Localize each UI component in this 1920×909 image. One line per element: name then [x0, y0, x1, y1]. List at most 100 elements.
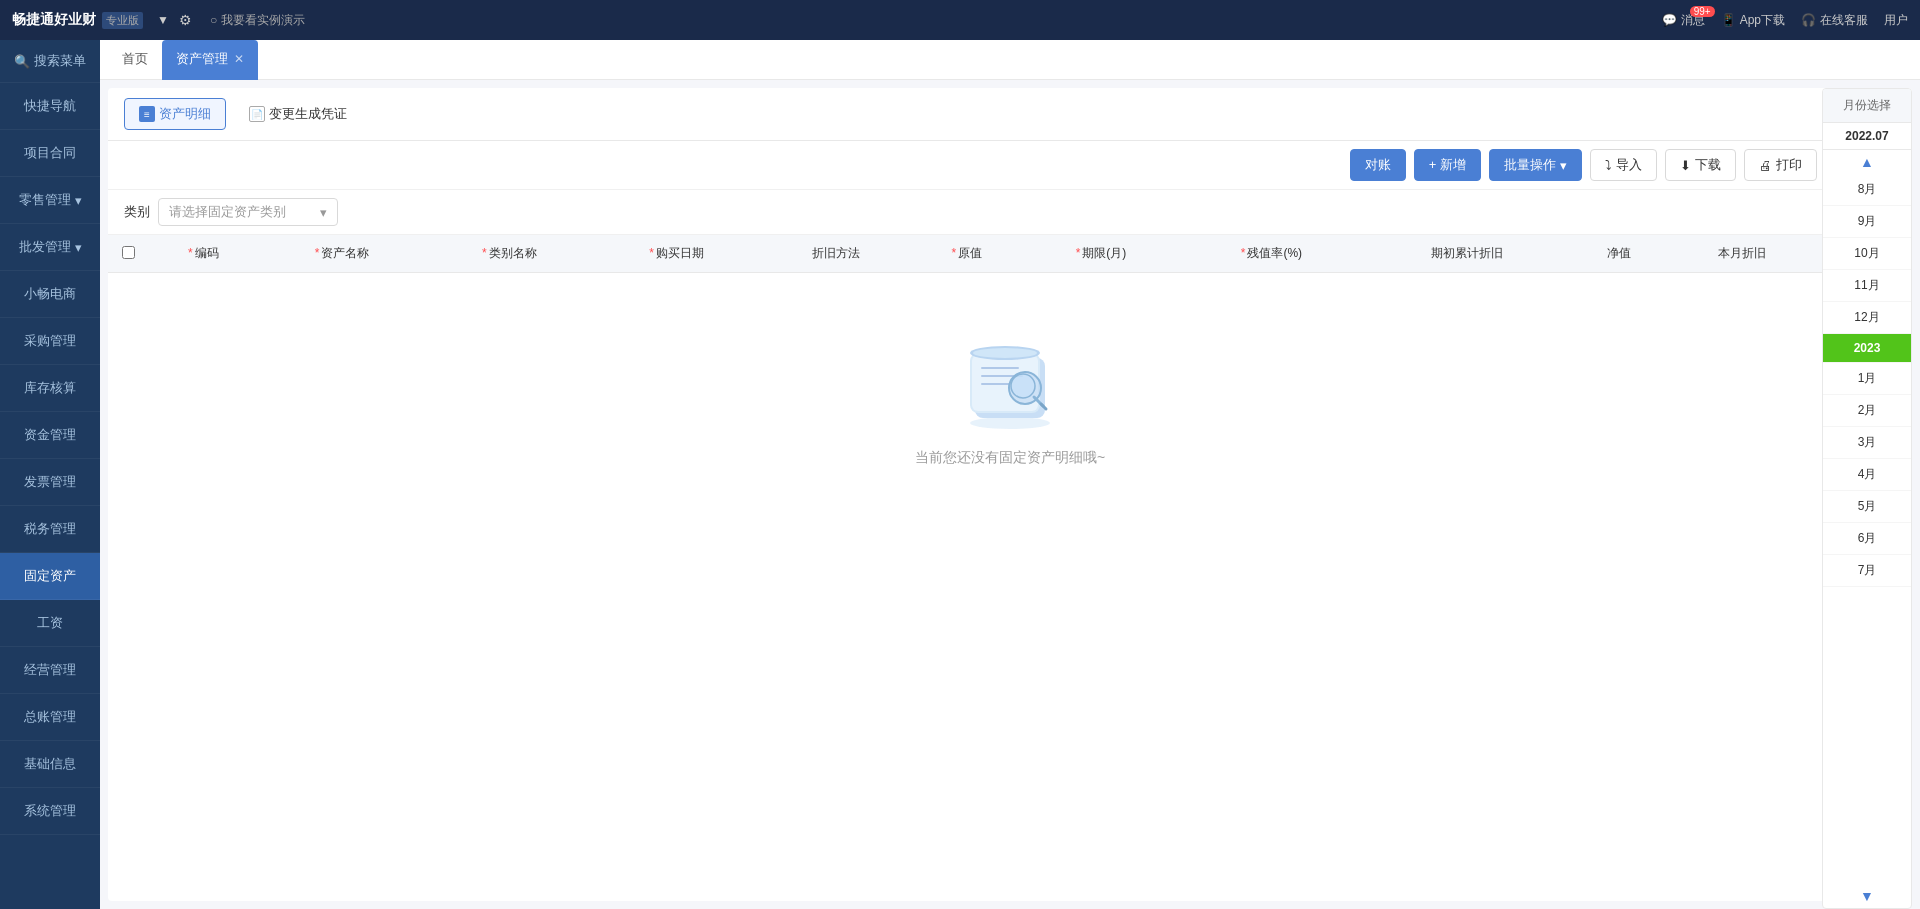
- svg-point-0: [970, 417, 1050, 429]
- select-all-checkbox[interactable]: [122, 246, 135, 259]
- add-button[interactable]: + 新增: [1414, 149, 1481, 181]
- month-item-2023-1[interactable]: 1月: [1823, 363, 1911, 395]
- sidebar-item-payroll[interactable]: 工资: [0, 600, 100, 647]
- month-item-2023-3[interactable]: 3月: [1823, 427, 1911, 459]
- sidebar-label-tax: 税务管理: [24, 520, 76, 538]
- download-label: 下载: [1695, 156, 1721, 174]
- table-header-row: *编码 *资产名称 *类别名称 *购买日期 折旧方法 *原值 *期限(月) *残…: [108, 235, 1912, 273]
- print-button[interactable]: 🖨 打印: [1744, 149, 1817, 181]
- sidebar-item-fixed-assets[interactable]: 固定资产: [0, 553, 100, 600]
- batch-arrow-down-icon: ▾: [1560, 158, 1567, 173]
- month-item-2023-4[interactable]: 4月: [1823, 459, 1911, 491]
- sidebar-label-invoice: 发票管理: [24, 473, 76, 491]
- sidebar-item-invoice-mgmt[interactable]: 发票管理: [0, 459, 100, 506]
- download-button[interactable]: ⬇ 下载: [1665, 149, 1736, 181]
- sidebar-item-sys-mgmt[interactable]: 系统管理: [0, 788, 100, 835]
- sidebar-item-retail-mgmt[interactable]: 零售管理 ▾: [0, 177, 100, 224]
- app-edition: 专业版: [102, 12, 143, 29]
- header-asset-name: *资产名称: [258, 235, 425, 273]
- content-area: 首页 资产管理 ✕ ≡ 资产明细 📄 变更生成凭证: [100, 40, 1920, 909]
- year-2023-badge[interactable]: 2023: [1823, 334, 1911, 363]
- sidebar-item-purchase-mgmt[interactable]: 采购管理: [0, 318, 100, 365]
- online-service-button[interactable]: 🎧 在线客服: [1801, 12, 1868, 29]
- header-purchase-date: *购买日期: [593, 235, 760, 273]
- sidebar-label-search: 搜索菜单: [34, 52, 86, 70]
- app-download-button[interactable]: 📱 App下载: [1721, 12, 1785, 29]
- print-icon: 🖨: [1759, 158, 1772, 173]
- sidebar-item-project-contract[interactable]: 项目合同: [0, 130, 100, 177]
- reconcile-button[interactable]: 对账: [1350, 149, 1406, 181]
- month-item-11[interactable]: 11月: [1823, 270, 1911, 302]
- category-placeholder: 请选择固定资产类别: [169, 203, 286, 221]
- sidebar: 🔍 搜索菜单 快捷导航 项目合同 零售管理 ▾ 批发管理 ▾ 小畅电商 采购管理…: [0, 40, 100, 909]
- month-item-2023-6[interactable]: 6月: [1823, 523, 1911, 555]
- sidebar-item-small-shop[interactable]: 小畅电商: [0, 271, 100, 318]
- sidebar-label-shop: 小畅电商: [24, 285, 76, 303]
- reconcile-label: 对账: [1365, 156, 1391, 174]
- sub-tab-change-voucher[interactable]: 📄 变更生成凭证: [234, 98, 362, 130]
- sidebar-item-quick-nav[interactable]: 快捷导航: [0, 83, 100, 130]
- current-year-month: 2022.07: [1845, 129, 1888, 143]
- settings-icon[interactable]: ⚙: [179, 12, 192, 28]
- header-residual-rate: *残值率(%): [1180, 235, 1363, 273]
- sidebar-item-ops-mgmt[interactable]: 经营管理: [0, 647, 100, 694]
- filter-dropdown-icon: ▾: [320, 205, 327, 220]
- phone-icon: 📱: [1721, 13, 1736, 27]
- download-icon: ⬇: [1680, 158, 1691, 173]
- sidebar-label-ops: 经营管理: [24, 661, 76, 679]
- header-category: *类别名称: [426, 235, 593, 273]
- month-item-12[interactable]: 12月: [1823, 302, 1911, 334]
- sidebar-item-batch-mgmt[interactable]: 批发管理 ▾: [0, 224, 100, 271]
- svg-point-8: [973, 348, 1037, 358]
- filter-row: 类别 请选择固定资产类别 ▾: [108, 190, 1912, 235]
- message-button[interactable]: 💬 消息 99+: [1662, 12, 1705, 29]
- user-label: 用户: [1884, 13, 1908, 27]
- header-period: *期限(月): [1022, 235, 1180, 273]
- tab-asset-mgmt[interactable]: 资产管理 ✕: [162, 40, 258, 80]
- batch-ops-button[interactable]: 批量操作 ▾: [1489, 149, 1582, 181]
- month-nav-down-button[interactable]: ▼: [1823, 884, 1911, 908]
- online-service-label: 在线客服: [1820, 12, 1868, 29]
- tab-close-icon[interactable]: ✕: [234, 52, 244, 66]
- sidebar-item-inventory[interactable]: 库存核算: [0, 365, 100, 412]
- month-list: 8月 9月 10月 11月 12月 2023: [1823, 174, 1911, 884]
- header-net-value: 净值: [1571, 235, 1666, 273]
- sub-tab-detail-label: 资产明细: [159, 105, 211, 123]
- sidebar-item-tax-mgmt[interactable]: 税务管理: [0, 506, 100, 553]
- list-icon: ≡: [139, 106, 155, 122]
- tab-home[interactable]: 首页: [108, 40, 162, 80]
- sidebar-item-general-ledger[interactable]: 总账管理: [0, 694, 100, 741]
- month-item-10[interactable]: 10月: [1823, 238, 1911, 270]
- search-icon: 🔍: [14, 54, 30, 69]
- demo-link[interactable]: ○ 我要看实例演示: [210, 12, 305, 29]
- month-nav-up-button[interactable]: ▲: [1823, 150, 1911, 174]
- doc-icon: 📄: [249, 106, 265, 122]
- header-checkbox[interactable]: [108, 235, 148, 273]
- app-download-label: App下载: [1740, 12, 1785, 29]
- import-button[interactable]: ⤵ 导入: [1590, 149, 1657, 181]
- month-panel-title: 月份选择: [1843, 98, 1891, 112]
- user-menu[interactable]: 用户: [1884, 12, 1908, 29]
- header-depreciation-method: 折旧方法: [760, 235, 911, 273]
- sidebar-label-retail: 零售管理: [19, 191, 71, 209]
- month-item-9[interactable]: 9月: [1823, 206, 1911, 238]
- category-filter-label: 类别: [124, 203, 150, 221]
- month-item-2023-2[interactable]: 2月: [1823, 395, 1911, 427]
- sidebar-item-basic-info[interactable]: 基础信息: [0, 741, 100, 788]
- sidebar-item-fund-mgmt[interactable]: 资金管理: [0, 412, 100, 459]
- empty-illustration: [950, 333, 1070, 433]
- app-name: 畅捷通好业财: [12, 11, 96, 29]
- add-label: + 新增: [1429, 156, 1466, 174]
- sub-tab-asset-detail[interactable]: ≡ 资产明细: [124, 98, 226, 130]
- page-content: ≡ 资产明细 📄 变更生成凭证 对账 + 新增: [100, 80, 1920, 909]
- month-item-2023-5[interactable]: 5月: [1823, 491, 1911, 523]
- month-item-2023-7[interactable]: 7月: [1823, 555, 1911, 587]
- sidebar-item-search-menu[interactable]: 🔍 搜索菜单: [0, 40, 100, 83]
- tab-home-label: 首页: [122, 50, 148, 68]
- sidebar-label-payroll: 工资: [37, 614, 63, 632]
- demo-circle-icon: ○: [210, 13, 217, 27]
- sub-tab-voucher-label: 变更生成凭证: [269, 105, 347, 123]
- company-dropdown[interactable]: ▼: [157, 13, 169, 27]
- category-filter-select[interactable]: 请选择固定资产类别 ▾: [158, 198, 338, 226]
- month-item-8[interactable]: 8月: [1823, 174, 1911, 206]
